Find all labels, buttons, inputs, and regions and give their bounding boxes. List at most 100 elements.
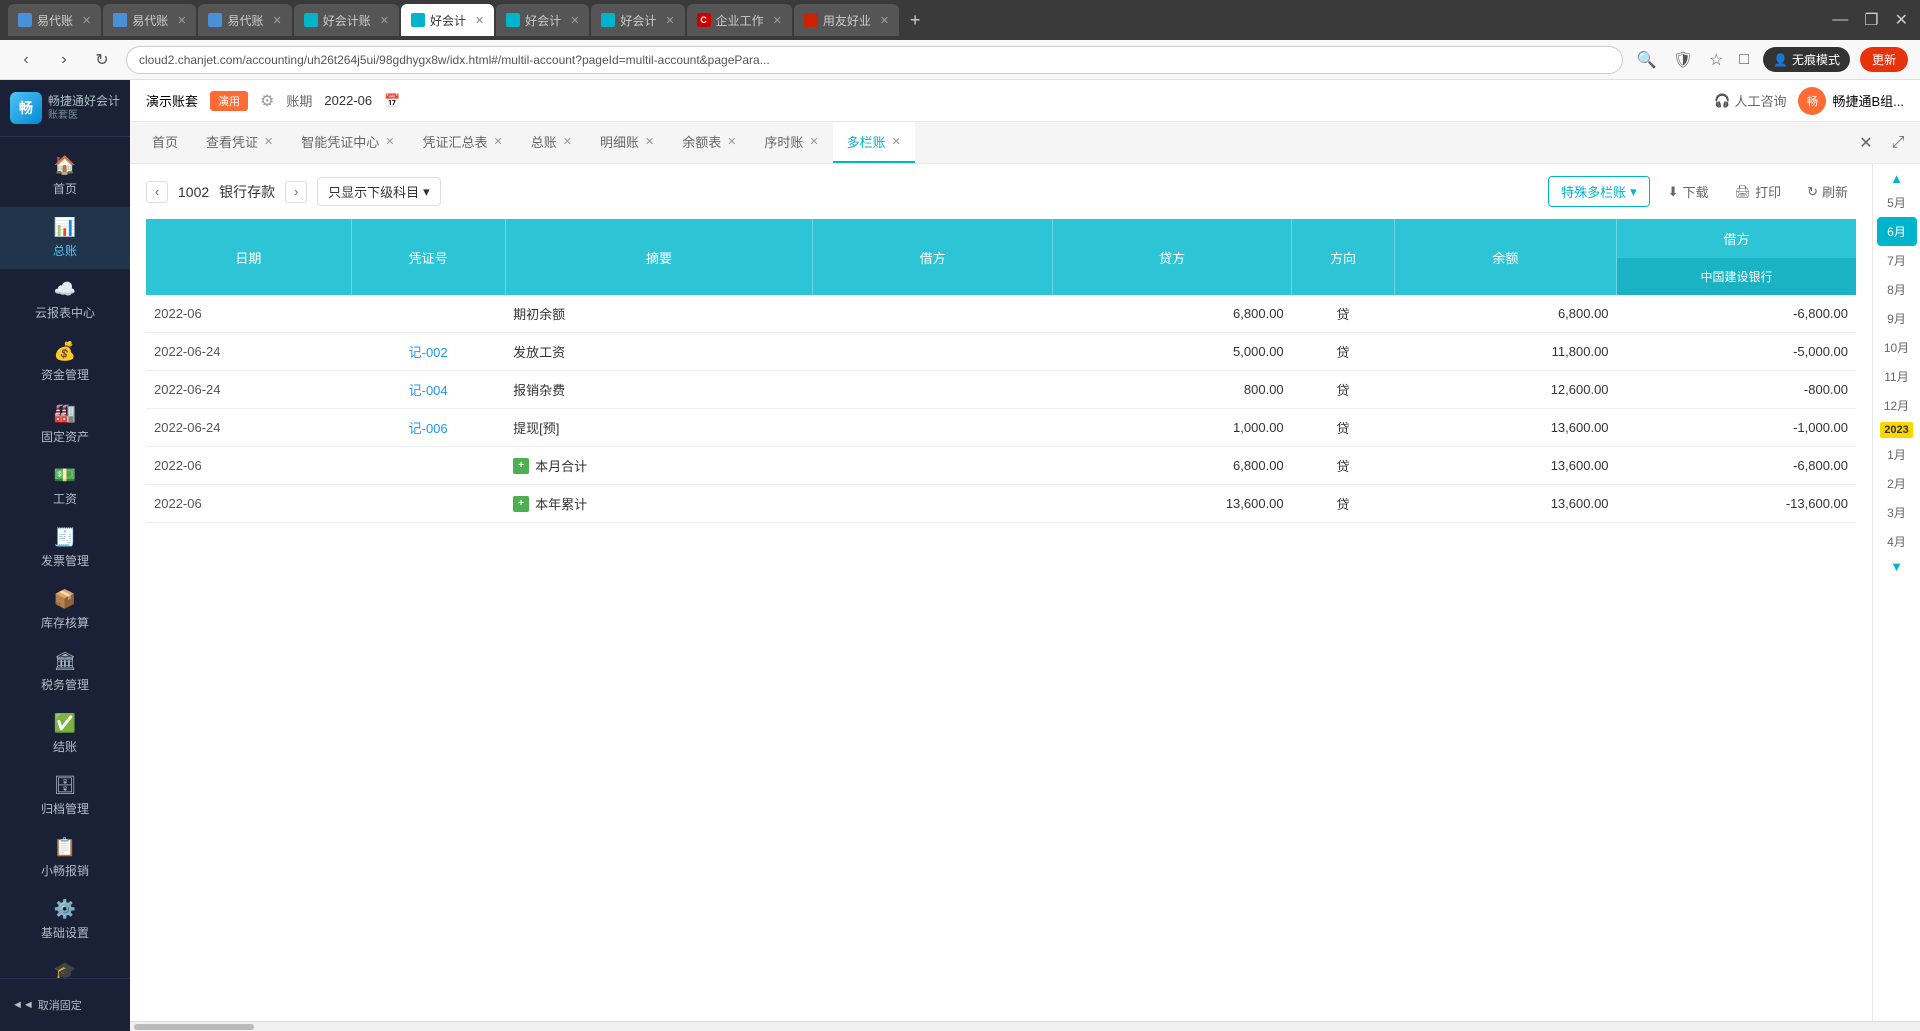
tab-close-detail[interactable]: ✕ [645, 135, 654, 148]
month-nav-up-button[interactable]: ▲ [1883, 168, 1911, 188]
table-cell[interactable]: 记-004 [351, 371, 505, 409]
sidebar-item-settings[interactable]: ⚙️ 基础设置 [0, 889, 130, 951]
tab-collapse-button[interactable]: ✕ [1852, 129, 1880, 157]
tab-close-7[interactable]: ✕ [665, 14, 674, 27]
refresh-button[interactable]: ↻ [88, 46, 116, 74]
print-button[interactable]: 🖨 打印 [1727, 177, 1790, 206]
next-account-button[interactable]: › [285, 181, 307, 203]
tab-home[interactable]: 首页 [138, 122, 192, 163]
account-name[interactable]: 银行存款 [219, 182, 275, 202]
demo-badge[interactable]: 演用 [210, 91, 248, 111]
sidebar-item-inventory[interactable]: 📦 库存核算 [0, 579, 130, 641]
tab-expand-button[interactable]: ⤢ [1884, 129, 1912, 157]
month-item-2023-01[interactable]: 1月 [1877, 440, 1917, 469]
calendar-icon[interactable]: 📅 [384, 93, 400, 109]
tab-close-general[interactable]: ✕ [563, 135, 572, 148]
sidebar-item-guide[interactable]: 🎓 新手引导 [0, 951, 130, 978]
forward-button[interactable]: › [50, 46, 78, 74]
sidebar-item-payroll[interactable]: 💵 工资 [0, 455, 130, 517]
month-item-2023-03[interactable]: 3月 [1877, 498, 1917, 527]
browser-tab-1[interactable]: 易代账 ✕ [8, 4, 101, 36]
tab-close-4[interactable]: ✕ [380, 14, 389, 27]
update-button[interactable]: 更新 [1860, 47, 1908, 72]
tab-multi-col[interactable]: 多栏账 ✕ [833, 122, 915, 163]
month-item-2022-11[interactable]: 11月 [1877, 362, 1917, 391]
new-tab-button[interactable]: + [901, 6, 929, 34]
browser-tab-6[interactable]: 好会计 ✕ [496, 4, 589, 36]
tab-close-2[interactable]: ✕ [177, 14, 186, 27]
month-item-2023-04[interactable]: 4月 [1877, 527, 1917, 556]
browser-tab-8[interactable]: C 企业工作 ✕ [687, 4, 792, 36]
restore-button[interactable]: ❐ [1860, 10, 1882, 30]
download-button[interactable]: ⬇ 下载 [1660, 177, 1717, 206]
sidebar-item-home[interactable]: 🏠 首页 [0, 145, 130, 207]
sidebar-item-funds[interactable]: 💰 资金管理 [0, 331, 130, 393]
tab-voucher[interactable]: 查看凭证 ✕ [192, 122, 287, 163]
scrollbar-thumb[interactable] [134, 1024, 254, 1030]
star-icon[interactable]: ☆ [1705, 48, 1727, 72]
minimize-button[interactable]: — [1828, 11, 1852, 29]
browser-tab-2[interactable]: 易代账 ✕ [103, 4, 196, 36]
search-icon[interactable]: 🔍 [1633, 48, 1661, 72]
month-item-2022-08[interactable]: 8月 [1877, 275, 1917, 304]
refresh-button[interactable]: ↻ 刷新 [1799, 177, 1856, 206]
tab-close-voucher[interactable]: ✕ [264, 135, 273, 148]
back-button[interactable]: ‹ [12, 46, 40, 74]
tab-close-balance[interactable]: ✕ [727, 135, 736, 148]
tab-detail-ledger[interactable]: 明细账 ✕ [586, 122, 668, 163]
url-input[interactable]: cloud2.chanjet.com/accounting/uh26t264j5… [126, 46, 1623, 74]
tab-journal[interactable]: 序时账 ✕ [750, 122, 832, 163]
sidebar-item-expense[interactable]: 📋 小畅报销 [0, 827, 130, 889]
tab-balance[interactable]: 余额表 ✕ [668, 122, 750, 163]
month-item-2022-12[interactable]: 12月 [1877, 391, 1917, 420]
settings-icon[interactable]: ⚙ [260, 91, 274, 111]
extension-icon[interactable]: □ [1735, 49, 1753, 71]
tab-close-5[interactable]: ✕ [475, 14, 484, 27]
tab-close-3[interactable]: ✕ [272, 14, 281, 27]
month-item-2022-05[interactable]: 5月 [1877, 188, 1917, 217]
user-info[interactable]: 畅 畅捷通B组... [1798, 87, 1904, 115]
month-item-2022-07[interactable]: 7月 [1877, 246, 1917, 275]
browser-tab-7[interactable]: 好会计 ✕ [591, 4, 684, 36]
prev-account-button[interactable]: ‹ [146, 181, 168, 203]
sidebar-item-assets[interactable]: 🏭 固定资产 [0, 393, 130, 455]
month-item-2023-02[interactable]: 2月 [1877, 469, 1917, 498]
period-value[interactable]: 2022-06 [324, 93, 372, 108]
sidebar-item-invoice[interactable]: 🧾 发票管理 [0, 517, 130, 579]
browser-tab-5[interactable]: 好会计 ✕ [401, 4, 494, 36]
tab-close-8[interactable]: ✕ [773, 14, 782, 27]
month-nav-down-button[interactable]: ▼ [1883, 556, 1911, 576]
tab-close-multi[interactable]: ✕ [892, 135, 901, 148]
sidebar-item-ledger[interactable]: 📊 总账 [0, 207, 130, 269]
tab-close-smart[interactable]: ✕ [385, 135, 394, 148]
close-window-button[interactable]: ✕ [1891, 10, 1912, 30]
shield-icon[interactable]: 🛡 [1669, 48, 1697, 72]
tab-close-6[interactable]: ✕ [570, 14, 579, 27]
page-tabs: 首页 查看凭证 ✕ 智能凭证中心 ✕ 凭证汇总表 ✕ 总账 ✕ 明细账 ✕ [130, 122, 1920, 164]
tab-general-ledger[interactable]: 总账 ✕ [517, 122, 586, 163]
browser-tab-9[interactable]: 用友好业 ✕ [794, 4, 899, 36]
tab-voucher-summary[interactable]: 凭证汇总表 ✕ [408, 122, 516, 163]
browser-tab-3[interactable]: 易代账 ✕ [198, 4, 291, 36]
sidebar-item-close[interactable]: ✅ 结账 [0, 703, 130, 765]
sidebar-item-reports[interactable]: ☁️ 云报表中心 [0, 269, 130, 331]
multi-col-button[interactable]: 特殊多栏账 ▾ [1548, 176, 1650, 207]
tab-close-9[interactable]: ✕ [880, 14, 889, 27]
table-cell[interactable]: 记-002 [351, 333, 505, 371]
month-item-2022-09[interactable]: 9月 [1877, 304, 1917, 333]
service-button[interactable]: 🎧 人工咨询 [1714, 91, 1786, 110]
sidebar-item-archive[interactable]: 🗄 归档管理 [0, 765, 130, 827]
month-item-2022-10[interactable]: 10月 [1877, 333, 1917, 362]
horizontal-scrollbar[interactable] [130, 1021, 1920, 1031]
month-item-2022-06[interactable]: 6月 [1877, 217, 1917, 246]
no-trace-button[interactable]: 👤 无痕模式 [1763, 47, 1850, 72]
sub-filter-dropdown[interactable]: 只显示下级科目 ▾ [317, 177, 441, 206]
pin-button[interactable]: ◄◄ 取消固定 [0, 989, 130, 1021]
tab-close-journal[interactable]: ✕ [809, 135, 818, 148]
tab-smart-voucher[interactable]: 智能凭证中心 ✕ [287, 122, 408, 163]
tab-close-1[interactable]: ✕ [82, 14, 91, 27]
browser-tab-4[interactable]: 好会计账 ✕ [294, 4, 399, 36]
tab-close-summary[interactable]: ✕ [494, 135, 503, 148]
sidebar-item-tax[interactable]: 🏛 税务管理 [0, 641, 130, 703]
table-cell[interactable]: 记-006 [351, 409, 505, 447]
